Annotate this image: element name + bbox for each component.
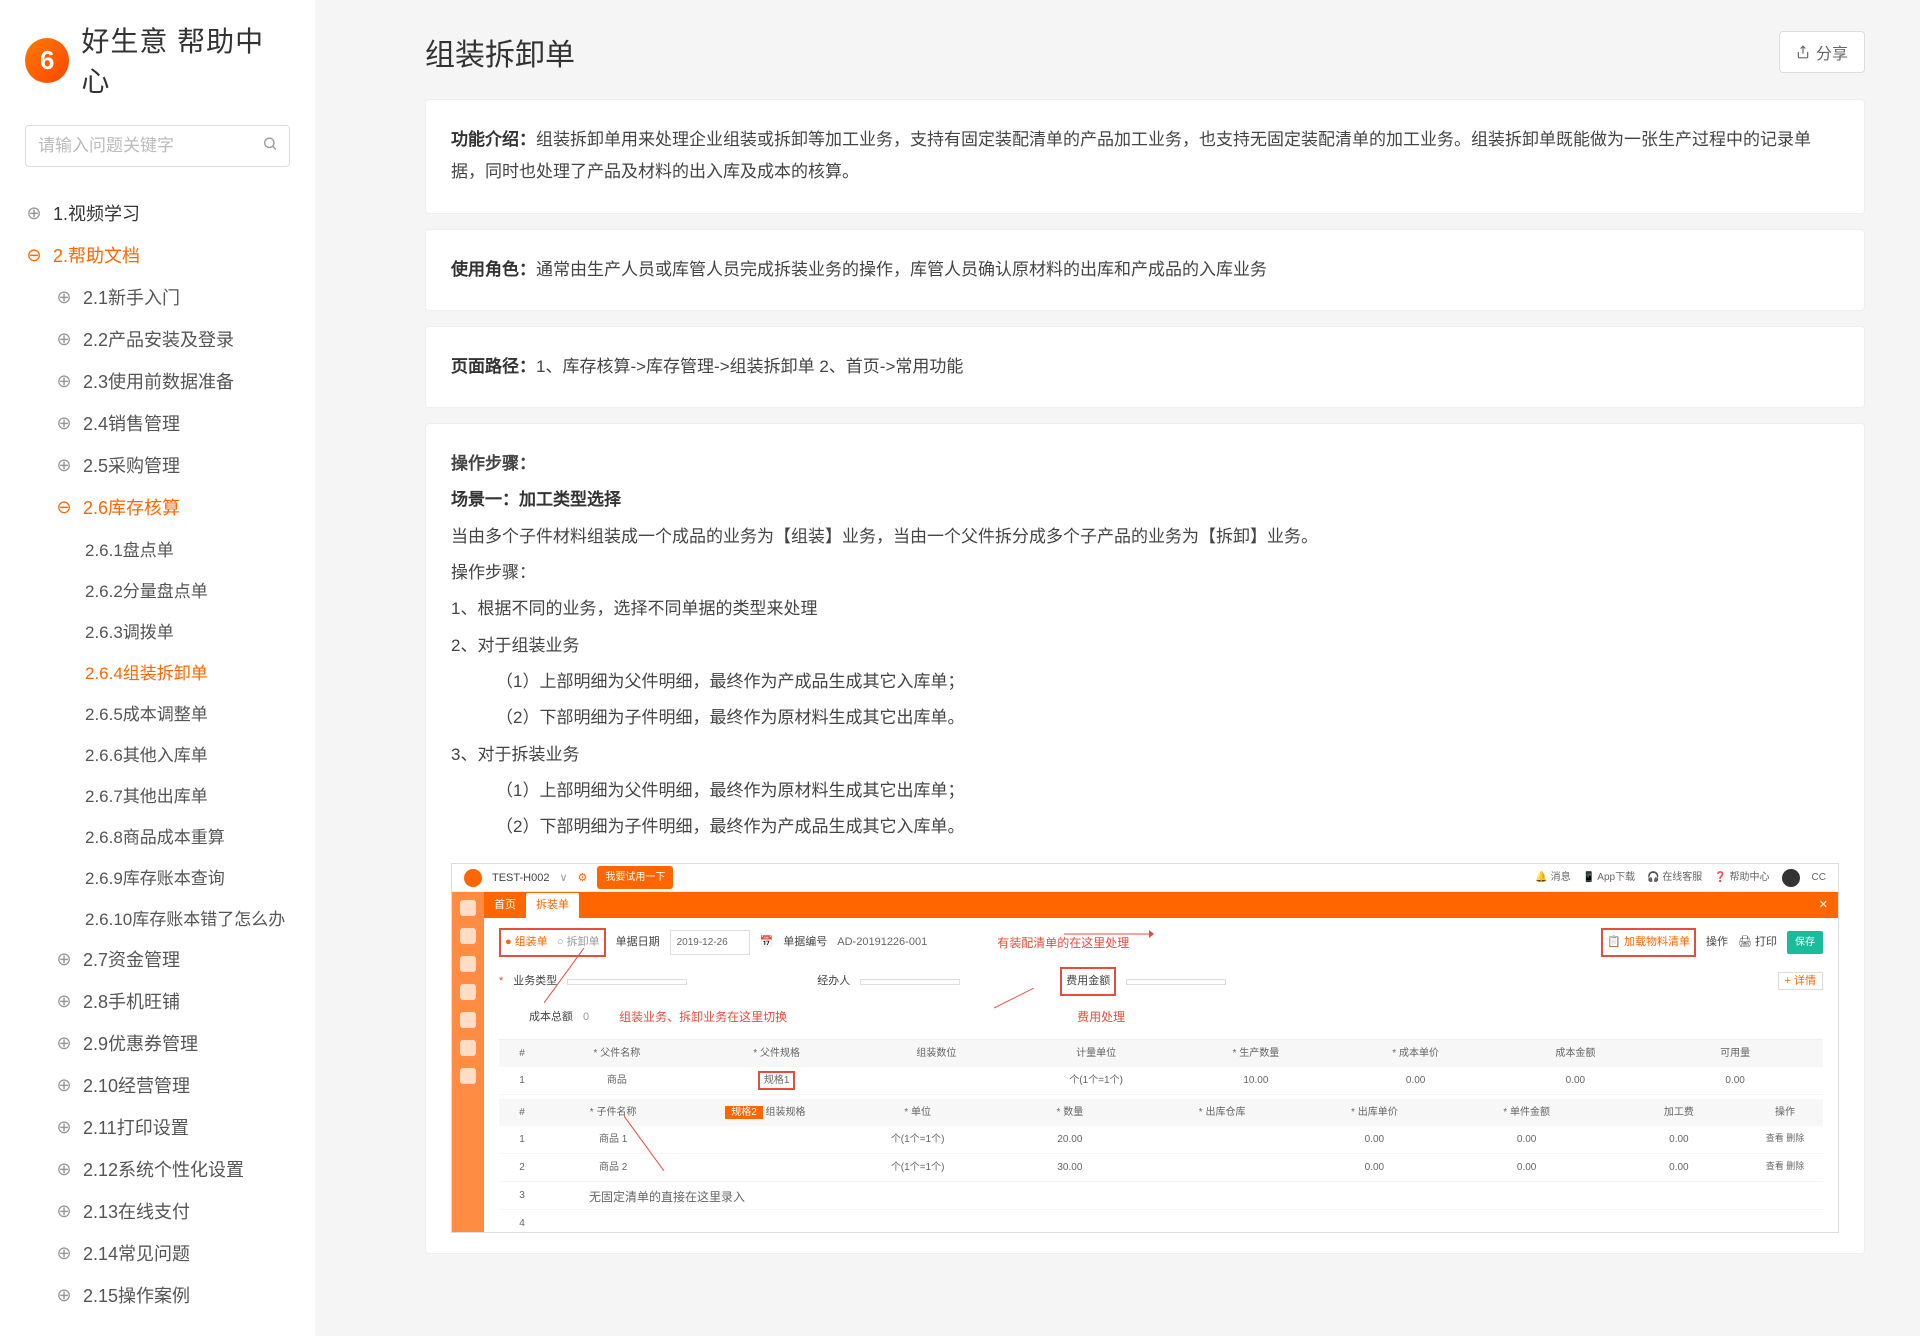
shot-annotation-2: 组装业务、拆卸业务在这里切换	[619, 1006, 787, 1029]
nav-item-2-6-2[interactable]: 2.6.2分量盘点单	[25, 569, 290, 610]
step-3-2: （2）下部明细为子件明细，最终作为产成品生成其它入库单。	[451, 811, 1839, 843]
nav-item-2-2[interactable]: ⊕2.2产品安装及登录	[25, 318, 290, 360]
scene1-desc: 当由多个子件材料组装成一个成品的业务为【组装】业务，当由一个父件拆分成多个子产品…	[451, 521, 1839, 553]
nav-item-2-6-3[interactable]: 2.6.3调拨单	[25, 610, 290, 651]
step-3-1: （1）上部明细为父件明细，最终作为原材料生成其它出库单；	[451, 775, 1839, 807]
minus-icon: ⊖	[55, 498, 73, 516]
nav-item-2-4[interactable]: ⊕2.4销售管理	[25, 402, 290, 444]
nav-item-2-6-4[interactable]: 2.6.4组装拆卸单	[25, 651, 290, 692]
nav: ⊕1.视频学习 ⊖2.帮助文档 ⊕2.1新手入门 ⊕2.2产品安装及登录 ⊕2.…	[25, 192, 290, 1316]
plus-icon: ⊕	[55, 1076, 73, 1094]
nav-item-2-3[interactable]: ⊕2.3使用前数据准备	[25, 360, 290, 402]
steps-title: 操作步骤：	[451, 557, 1839, 589]
plus-icon: ⊕	[25, 204, 43, 222]
steps-card: 操作步骤： 场景一：加工类型选择 当由多个子件材料组装成一个成品的业务为【组装】…	[425, 423, 1865, 1254]
nav-item-2-6-10[interactable]: 2.6.10库存账本错了怎么办	[25, 897, 290, 938]
step-2-2: （2）下部明细为子件明细，最终作为原材料生成其它出库单。	[451, 702, 1839, 734]
shot-annotation-1: 有装配清单的在这里处理	[997, 932, 1129, 955]
path-label: 页面路径：	[451, 357, 536, 376]
step-2: 2、对于组装业务	[451, 630, 1839, 662]
nav-item-2-6-6[interactable]: 2.6.6其他入库单	[25, 733, 290, 774]
plus-icon: ⊕	[55, 456, 73, 474]
plus-icon: ⊕	[55, 1118, 73, 1136]
nav-item-2-6-1[interactable]: 2.6.1盘点单	[25, 528, 290, 569]
share-button[interactable]: 分享	[1779, 31, 1865, 73]
search-box	[25, 125, 290, 167]
scene1-title: 加工类型选择	[519, 490, 621, 509]
plus-icon: ⊕	[55, 1286, 73, 1304]
intro-text: 组装拆卸单用来处理企业组装或拆卸等加工业务，支持有固定装配清单的产品加工业务，也…	[451, 130, 1811, 181]
search-input[interactable]	[25, 125, 290, 167]
shot-annotation-4: 无固定清单的直接在这里录入	[589, 1186, 745, 1209]
plus-icon: ⊕	[55, 288, 73, 306]
nav-item-2-11[interactable]: ⊕2.11打印设置	[25, 1106, 290, 1148]
nav-item-video[interactable]: ⊕1.视频学习	[25, 192, 290, 234]
step-1: 1、根据不同的业务，选择不同单据的类型来处理	[451, 593, 1839, 625]
nav-item-2-6[interactable]: ⊖2.6库存核算	[25, 486, 290, 528]
path-text: 1、库存核算->库存管理->组装拆卸单 2、首页->常用功能	[536, 357, 963, 376]
plus-icon: ⊕	[55, 1160, 73, 1178]
step-2-1: （1）上部明细为父件明细，最终作为产成品生成其它入库单；	[451, 666, 1839, 698]
nav-item-2-7[interactable]: ⊕2.7资金管理	[25, 938, 290, 980]
path-card: 页面路径：1、库存核算->库存管理->组装拆卸单 2、首页->常用功能	[425, 326, 1865, 408]
nav-item-2-9[interactable]: ⊕2.9优惠券管理	[25, 1022, 290, 1064]
step-3: 3、对于拆装业务	[451, 739, 1839, 771]
nav-item-2-6-9[interactable]: 2.6.9库存账本查询	[25, 856, 290, 897]
main-content: 组装拆卸单 分享 功能介绍：组装拆卸单用来处理企业组装或拆卸等加工业务，支持有固…	[315, 0, 1915, 1336]
shot-side-icons	[452, 892, 484, 1233]
nav-item-2-6-8[interactable]: 2.6.8商品成本重算	[25, 815, 290, 856]
screenshot-embed: TEST-H002 ∨ ⚙ 我要试用一下 🔔 消息 📱 App下载 🎧 在线客服…	[451, 863, 1839, 1233]
page-title: 组装拆卸单	[425, 30, 575, 74]
brand-title: 好生意 帮助中心	[81, 20, 290, 100]
plus-icon: ⊕	[55, 1202, 73, 1220]
nav-item-docs[interactable]: ⊖2.帮助文档	[25, 234, 290, 276]
search-icon[interactable]	[262, 136, 278, 157]
nav-item-2-13[interactable]: ⊕2.13在线支付	[25, 1190, 290, 1232]
steps-label: 操作步骤：	[451, 448, 1839, 480]
scene1-label: 场景一：	[451, 490, 519, 509]
role-text: 通常由生产人员或库管人员完成拆装业务的操作，库管人员确认原材料的出库和产成品的入…	[536, 260, 1267, 279]
plus-icon: ⊕	[55, 950, 73, 968]
logo-icon: 6	[25, 38, 69, 83]
nav-item-2-10[interactable]: ⊕2.10经营管理	[25, 1064, 290, 1106]
plus-icon: ⊕	[55, 330, 73, 348]
plus-icon: ⊕	[55, 372, 73, 390]
plus-icon: ⊕	[55, 1034, 73, 1052]
nav-item-2-12[interactable]: ⊕2.12系统个性化设置	[25, 1148, 290, 1190]
nav-item-2-8[interactable]: ⊕2.8手机旺铺	[25, 980, 290, 1022]
shot-annotation-3: 费用处理	[1077, 1006, 1125, 1029]
shot-header-code: TEST-H002	[492, 868, 549, 889]
intro-label: 功能介绍：	[451, 130, 536, 149]
shot-logo-icon	[464, 869, 482, 887]
role-label: 使用角色：	[451, 260, 536, 279]
nav-item-2-14[interactable]: ⊕2.14常见问题	[25, 1232, 290, 1274]
role-card: 使用角色：通常由生产人员或库管人员完成拆装业务的操作，库管人员确认原材料的出库和…	[425, 229, 1865, 311]
shot-try-button: 我要试用一下	[597, 866, 673, 889]
sidebar: 6 好生意 帮助中心 ⊕1.视频学习 ⊖2.帮助文档 ⊕2.1新手入门 ⊕2.2…	[0, 0, 315, 1336]
nav-item-2-6-7[interactable]: 2.6.7其他出库单	[25, 774, 290, 815]
nav-item-2-5[interactable]: ⊕2.5采购管理	[25, 444, 290, 486]
nav-item-2-15[interactable]: ⊕2.15操作案例	[25, 1274, 290, 1316]
shot-type-options: ● 组装单 ○ 拆卸单	[499, 928, 606, 957]
minus-icon: ⊖	[25, 246, 43, 264]
share-icon	[1796, 45, 1810, 59]
plus-icon: ⊕	[55, 1244, 73, 1262]
intro-card: 功能介绍：组装拆卸单用来处理企业组装或拆卸等加工业务，支持有固定装配清单的产品加…	[425, 99, 1865, 214]
nav-item-2-6-5[interactable]: 2.6.5成本调整单	[25, 692, 290, 733]
plus-icon: ⊕	[55, 992, 73, 1010]
plus-icon: ⊕	[55, 414, 73, 432]
nav-item-2-1[interactable]: ⊕2.1新手入门	[25, 276, 290, 318]
brand: 6 好生意 帮助中心	[25, 20, 290, 100]
